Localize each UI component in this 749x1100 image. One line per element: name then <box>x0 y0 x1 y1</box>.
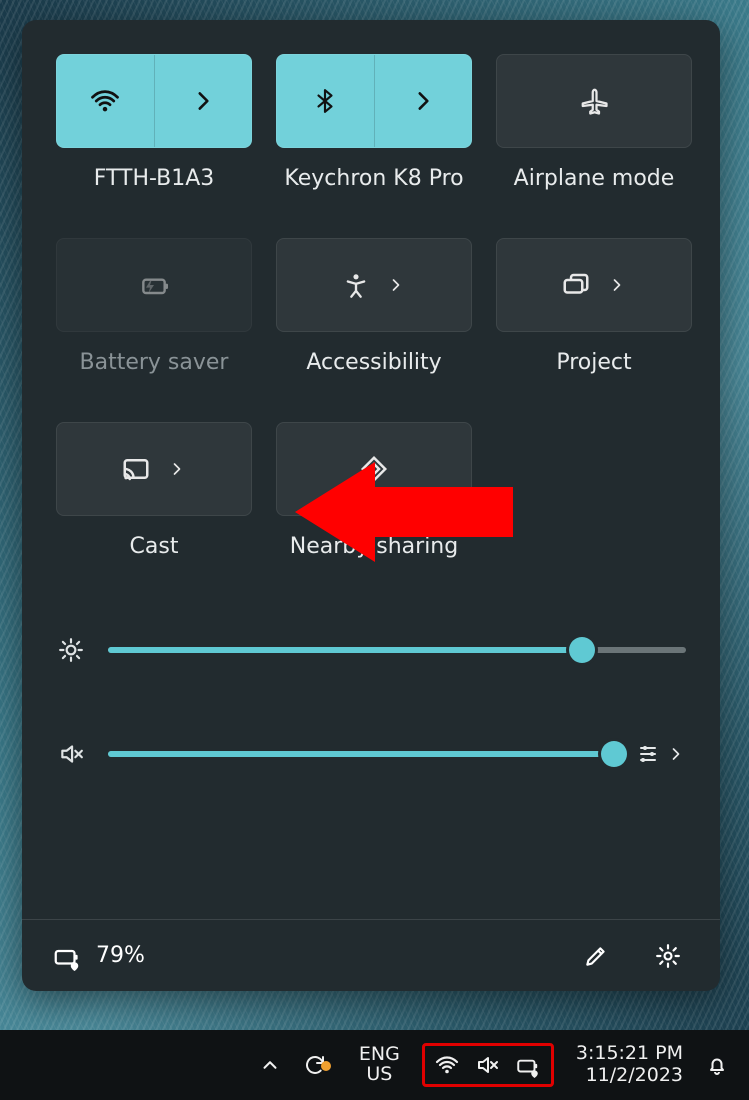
bluetooth-expand[interactable] <box>374 55 472 147</box>
bluetooth-tile[interactable] <box>276 54 472 148</box>
nearby-sharing-icon <box>359 454 389 484</box>
battery-saver-label: Battery saver <box>80 350 229 380</box>
chevron-right-icon <box>666 744 686 764</box>
language-button[interactable]: ENG US <box>359 1045 400 1085</box>
panel-footer: 79% <box>22 919 720 991</box>
taskbar: ENG US 3:15:21 PM 11/2/2023 <box>0 1030 749 1100</box>
battery-saver-icon <box>138 269 170 301</box>
chevron-up-icon <box>259 1054 281 1076</box>
settings-button[interactable] <box>646 934 690 978</box>
battery-heart-icon <box>52 941 82 971</box>
pencil-icon <box>583 943 609 969</box>
battery-percent-label: 79% <box>96 943 145 968</box>
airplane-tile[interactable] <box>496 54 692 148</box>
cast-tile[interactable] <box>56 422 252 516</box>
chevron-right-icon <box>410 88 436 114</box>
nearby-sharing-tile[interactable] <box>276 422 472 516</box>
accessibility-icon <box>342 271 370 299</box>
project-label: Project <box>556 350 631 380</box>
brightness-slider[interactable] <box>108 647 686 653</box>
quick-settings-panel: FTTH-B1A3 Keychron K8 Pro Airplane mode <box>22 20 720 991</box>
volume-mute-icon[interactable] <box>56 741 86 767</box>
wifi-icon <box>435 1053 459 1077</box>
wifi-icon <box>90 86 120 116</box>
nearby-sharing-label: Nearby sharing <box>290 534 458 564</box>
chevron-right-icon <box>607 275 627 295</box>
accessibility-label: Accessibility <box>306 350 441 380</box>
project-tile[interactable] <box>496 238 692 332</box>
lang-top: ENG <box>359 1045 400 1065</box>
battery-status[interactable]: 79% <box>52 941 145 971</box>
wifi-expand[interactable] <box>154 55 252 147</box>
brightness-icon <box>56 637 86 663</box>
bluetooth-label: Keychron K8 Pro <box>284 166 463 196</box>
audio-output-button[interactable] <box>636 742 660 766</box>
volume-slider-row <box>56 734 686 774</box>
bell-icon <box>705 1053 729 1077</box>
volume-slider[interactable] <box>108 751 614 757</box>
chevron-right-icon <box>190 88 216 114</box>
accessibility-tile[interactable] <box>276 238 472 332</box>
sync-warning-dot-icon <box>321 1061 331 1071</box>
wifi-tile[interactable] <box>56 54 252 148</box>
wifi-toggle[interactable] <box>57 55 154 147</box>
wifi-label: FTTH-B1A3 <box>94 166 215 196</box>
volume-mute-icon <box>475 1053 499 1077</box>
bluetooth-toggle[interactable] <box>277 55 374 147</box>
project-icon <box>561 270 591 300</box>
battery-saver-tile <box>56 238 252 332</box>
cast-label: Cast <box>130 534 179 564</box>
bluetooth-icon <box>312 88 338 114</box>
notifications-button[interactable] <box>705 1053 729 1077</box>
brightness-slider-row <box>56 630 686 670</box>
airplane-icon <box>579 86 609 116</box>
cast-icon <box>121 454 151 484</box>
chevron-right-icon <box>167 459 187 479</box>
airplane-label: Airplane mode <box>514 166 675 196</box>
date-label: 11/2/2023 <box>576 1065 683 1087</box>
battery-heart-icon <box>515 1052 541 1078</box>
chevron-right-icon <box>386 275 406 295</box>
clock-button[interactable]: 3:15:21 PM 11/2/2023 <box>576 1043 683 1087</box>
mixer-icon <box>636 742 660 766</box>
gear-icon <box>655 943 681 969</box>
lang-bottom: US <box>359 1065 400 1085</box>
edit-quick-settings-button[interactable] <box>574 934 618 978</box>
onedrive-sync-button[interactable] <box>303 1053 337 1077</box>
time-label: 3:15:21 PM <box>576 1043 683 1065</box>
tray-overflow-button[interactable] <box>259 1054 281 1076</box>
system-tray-icons[interactable] <box>422 1043 554 1087</box>
